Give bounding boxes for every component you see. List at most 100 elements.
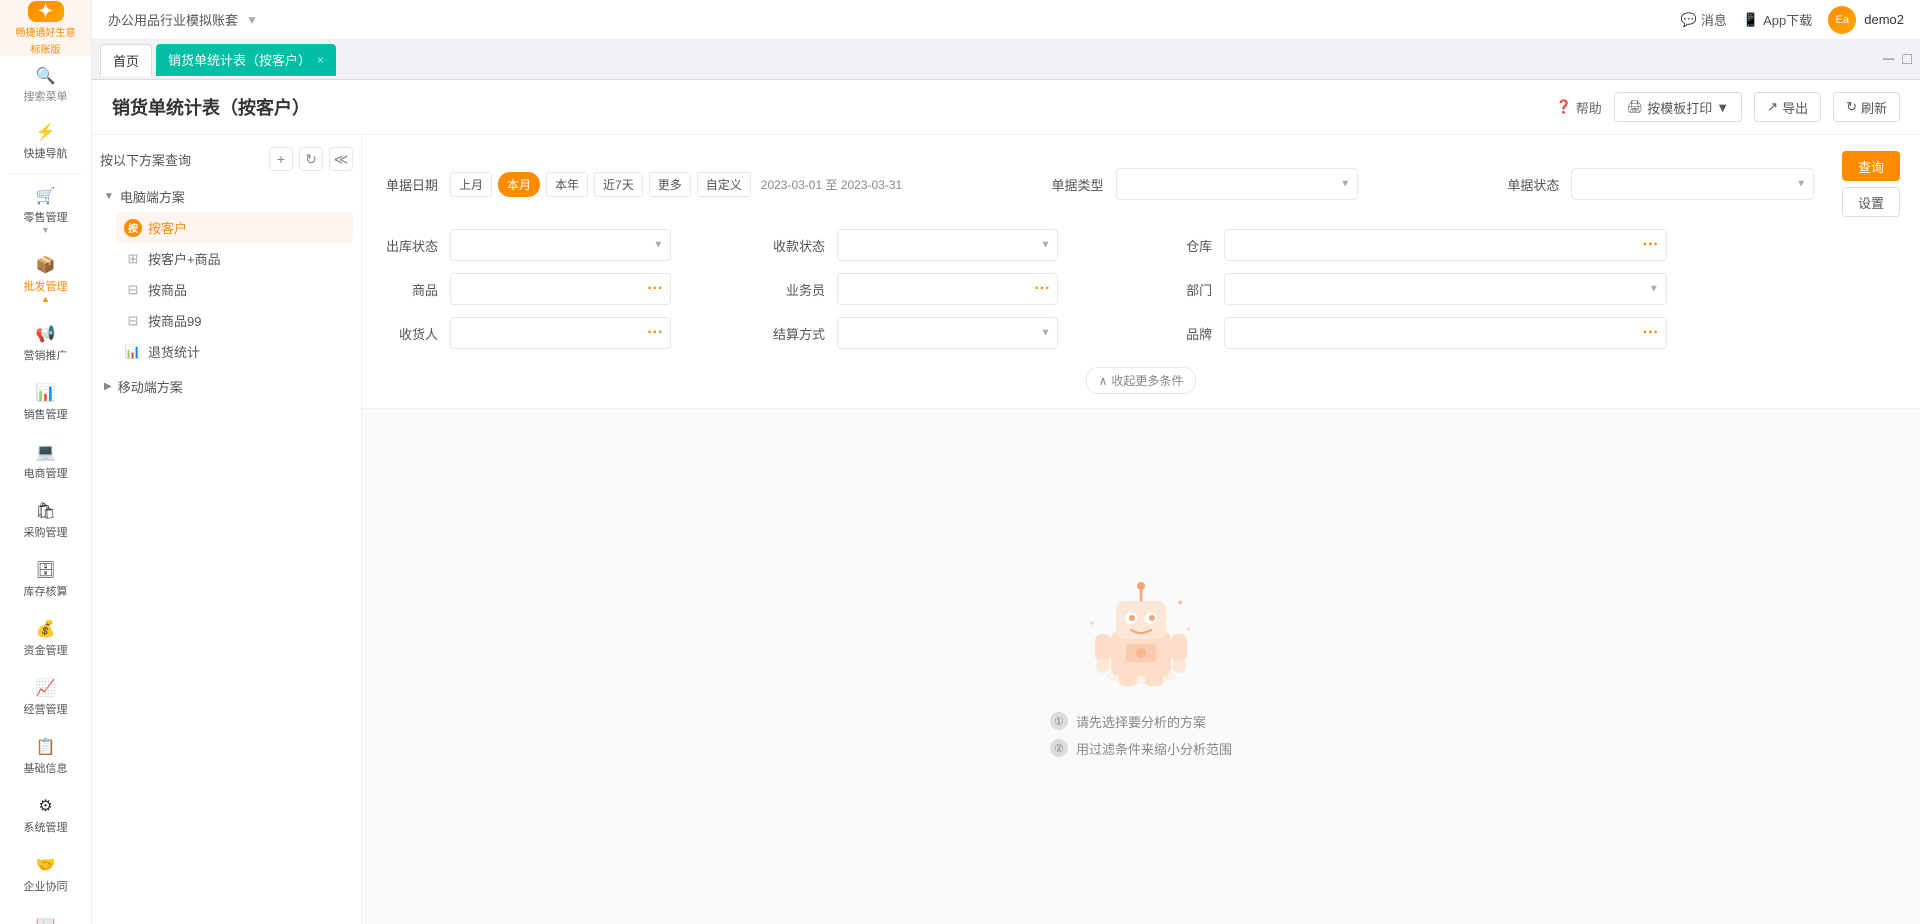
scheme-table2-icon: ⊟ <box>124 312 142 330</box>
salesperson-label: 业务员 <box>769 280 825 299</box>
sidebar-item-ecommerce[interactable]: 💻 电商管理 <box>0 432 91 491</box>
action-buttons: 查询 设置 <box>1842 151 1900 217</box>
sidebar-search[interactable]: 🔍 搜索菜单 <box>0 56 91 112</box>
active-scheme-icon: 按 <box>124 219 142 237</box>
mobile-scheme-header[interactable]: ▶ 移动端方案 <box>100 371 353 402</box>
window-maximize-button[interactable]: □ <box>1902 51 1912 69</box>
refresh-scheme-button[interactable]: ↻ <box>299 147 323 171</box>
empty-tips: ① 请先选择要分析的方案 ② 用过滤条件来缩小分析范围 <box>1050 712 1232 758</box>
settlement-select-wrap: ▼ <box>837 317 1058 349</box>
mobile-scheme-group: ▶ 移动端方案 <box>100 371 353 402</box>
tab-home[interactable]: 首页 <box>100 44 152 76</box>
refresh-button[interactable]: ↻ 刷新 <box>1833 92 1900 122</box>
last7days-button[interactable]: 近7天 <box>594 172 643 197</box>
sidebar-item-label: 销售管理 <box>24 406 68 422</box>
sidebar-item-finance[interactable]: 💰 资金管理 <box>0 609 91 668</box>
receiver-select[interactable] <box>450 317 671 349</box>
department-select-wrap: ▼ <box>1224 273 1667 305</box>
settlement-select[interactable] <box>837 317 1058 349</box>
sidebar-item-inventory[interactable]: 🗄 库存核算 <box>0 550 91 609</box>
sidebar-item-wholesale[interactable]: 📦 批发管理 ▲ <box>0 245 91 314</box>
more-date-button[interactable]: 更多 <box>649 172 691 197</box>
product-select[interactable] <box>450 273 671 305</box>
collapse-button[interactable]: ∧ 收起更多条件 <box>1086 367 1197 394</box>
message-button[interactable]: 💬 消息 <box>1681 10 1727 29</box>
scheme-item-by-customer-product[interactable]: ⊞ 按客户+商品 <box>116 243 353 274</box>
brand-select-wrap: ··· <box>1224 317 1667 349</box>
receive-status-select[interactable] <box>837 229 1058 261</box>
query-button[interactable]: 查询 <box>1842 151 1900 181</box>
app-logo: ✦ 畅捷通好生意 标账版 <box>0 0 91 56</box>
svg-text:✦: ✦ <box>1176 598 1184 609</box>
sidebar-item-retail[interactable]: 🛒 零售管理 ▼ <box>0 176 91 245</box>
scheme-item-by-product[interactable]: ⊟ 按商品 <box>116 274 353 305</box>
scheme-item-return-stats[interactable]: 📊 退货统计 <box>116 336 353 367</box>
collapse-scheme-button[interactable]: ≪ <box>329 147 353 171</box>
this-month-button[interactable]: 本月 <box>498 172 540 197</box>
order-status-select[interactable] <box>1571 168 1814 200</box>
export-button[interactable]: ↗ 导出 <box>1754 92 1821 122</box>
product-label: 商品 <box>382 280 438 299</box>
desktop-scheme-group: ▼ 电脑端方案 按 按客户 ⊞ 按客户+商品 <box>100 181 353 367</box>
scheme-item-by-customer[interactable]: 按 按客户 <box>116 212 353 243</box>
collapse-up-icon: ∧ <box>1099 374 1108 388</box>
out-status-select-wrap: ▼ <box>450 229 671 261</box>
sidebar-item-quick-nav[interactable]: ⚡ 快捷导航 <box>0 112 91 171</box>
sidebar-item-basic[interactable]: 📋 基础信息 <box>0 727 91 786</box>
filter-area: 单据日期 上月 本月 本年 近7天 更多 自定义 2023-03-01 至 20… <box>362 135 1920 409</box>
sidebar-item-label: 采购管理 <box>24 524 68 540</box>
warehouse-select[interactable] <box>1224 229 1667 261</box>
department-select[interactable] <box>1224 273 1667 305</box>
sidebar-item-operation[interactable]: 📈 经营管理 <box>0 668 91 727</box>
filter-row-4: 收货人 ··· 结算方式 ▼ <box>382 317 1900 349</box>
app-download-button[interactable]: 📱 App下载 <box>1743 10 1812 29</box>
scheme-table-icon: ⊟ <box>124 281 142 299</box>
right-panel: 单据日期 上月 本月 本年 近7天 更多 自定义 2023-03-01 至 20… <box>362 135 1920 924</box>
brand-label: 品牌 <box>1156 324 1212 343</box>
tab-sales-stats[interactable]: 销货单统计表（按客户） × <box>156 44 336 76</box>
left-panel-actions: + ↻ ≪ <box>269 147 353 171</box>
sidebar-item-label: 系统管理 <box>24 819 68 835</box>
system-icon: ⚙ <box>36 796 56 816</box>
retail-icon: 🛒 <box>36 186 56 206</box>
salesperson-select[interactable] <box>837 273 1058 305</box>
sidebar-item-sales[interactable]: 📊 销售管理 <box>0 373 91 432</box>
user-profile[interactable]: Ea demo2 <box>1828 6 1904 34</box>
tab-close-button[interactable]: × <box>317 53 324 67</box>
add-scheme-button[interactable]: + <box>269 147 293 171</box>
inventory-icon: 🗄 <box>36 560 56 580</box>
settlement-label: 结算方式 <box>769 324 825 343</box>
window-minimize-button[interactable]: ─ <box>1883 51 1894 69</box>
sidebar-item-system[interactable]: ⚙ 系统管理 <box>0 786 91 845</box>
sidebar-item-purchase[interactable]: 🛍 采购管理 <box>0 491 91 550</box>
out-status-select[interactable] <box>450 229 671 261</box>
last-month-button[interactable]: 上月 <box>450 172 492 197</box>
custom-date-button[interactable]: 自定义 <box>697 172 751 197</box>
mobile-arrow-icon: ▶ <box>104 381 112 392</box>
sidebar-item-enterprise[interactable]: 🤝 企业协同 <box>0 845 91 904</box>
basic-icon: 📋 <box>36 737 56 757</box>
print-button[interactable]: 🖨 按模板打印 ▼ <box>1614 92 1742 122</box>
brand-select[interactable] <box>1224 317 1667 349</box>
empty-tip-2: ② 用过滤条件来缩小分析范围 <box>1050 739 1232 758</box>
sales-icon: 📊 <box>36 383 56 403</box>
sidebar-item-marketing[interactable]: 📢 营销推广 <box>0 314 91 373</box>
settings-button[interactable]: 设置 <box>1842 187 1900 217</box>
desktop-arrow-icon: ▼ <box>104 191 114 202</box>
order-type-select-wrap: ▼ <box>1116 168 1359 200</box>
collapse-bar: ∧ 收起更多条件 <box>382 361 1900 400</box>
scheme-items-list: 按 按客户 ⊞ 按客户+商品 ⊟ 按商品 <box>100 212 353 367</box>
sidebar-item-label: 零售管理 <box>24 209 68 225</box>
desktop-scheme-header[interactable]: ▼ 电脑端方案 <box>100 181 353 212</box>
scheme-item-by-product-99[interactable]: ⊟ 按商品99 <box>116 305 353 336</box>
this-year-button[interactable]: 本年 <box>546 172 588 197</box>
help-button[interactable]: ❓ 帮助 <box>1556 98 1602 117</box>
department-label: 部门 <box>1156 280 1212 299</box>
filter-row-2: 出库状态 ▼ 收款状态 ▼ <box>382 229 1900 261</box>
top-bar-right: 💬 消息 📱 App下载 Ea demo2 <box>1681 6 1904 34</box>
sidebar-item-newguide[interactable]: 📖 新手引导 <box>0 904 91 924</box>
breadcrumb: 办公用品行业模拟账套 ▼ <box>108 10 258 29</box>
product-select-wrap: ··· <box>450 273 671 305</box>
page-body: 按以下方案查询 + ↻ ≪ ▼ 电脑端方案 <box>92 135 1920 924</box>
order-type-select[interactable] <box>1116 168 1359 200</box>
